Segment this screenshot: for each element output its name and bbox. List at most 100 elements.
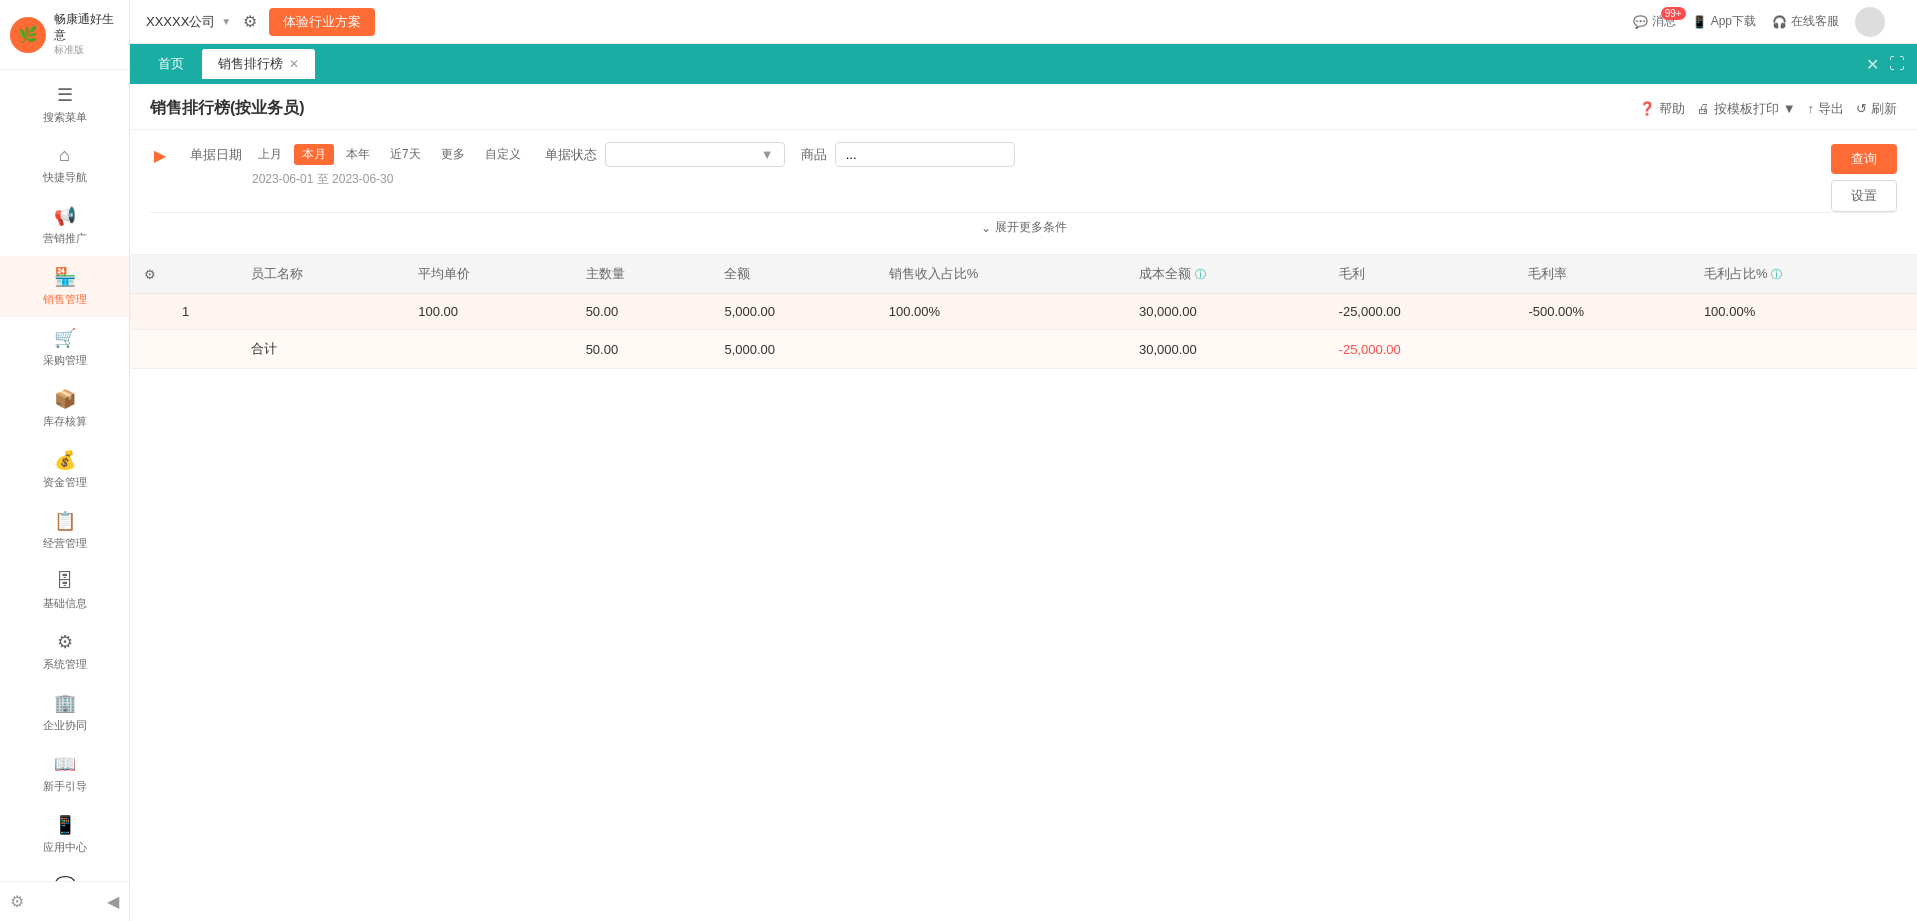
footer-rank: [170, 330, 239, 369]
tab-home[interactable]: 首页: [142, 49, 200, 79]
date-tab-last-month[interactable]: 上月: [250, 144, 290, 165]
service-icon: 🎧: [1772, 15, 1787, 29]
sidebar-label-operations: 经营管理: [43, 536, 87, 551]
sidebar-item-basic[interactable]: 🗄 基础信息: [0, 561, 129, 621]
filter-row: 单据日期 上月 本月 本年 近7天 更多 自定义 单据状态: [190, 142, 1811, 167]
company-settings-icon[interactable]: ⚙: [243, 12, 257, 31]
sidebar-item-sales[interactable]: 🏪 销售管理: [0, 256, 129, 317]
expand-chevron-icon: ⌄: [981, 221, 991, 235]
sidebar-item-operations[interactable]: 📋 经营管理: [0, 500, 129, 561]
date-range-text: 2023-06-01 至 2023-06-30: [252, 172, 393, 186]
refresh-icon: ↺: [1856, 101, 1867, 116]
status-select[interactable]: ▼: [605, 142, 785, 167]
message-icon: 💬: [1633, 15, 1648, 29]
col-gross-rate: 毛利率: [1516, 255, 1691, 294]
app-download-icon: 📱: [1692, 15, 1707, 29]
trial-button[interactable]: 体验行业方案: [269, 8, 375, 36]
col-name: 员工名称: [239, 255, 406, 294]
cell-gross-pct: 100.00%: [1692, 294, 1917, 330]
print-chevron-icon: ▼: [1783, 101, 1796, 116]
footer-quantity: 50.00: [574, 330, 713, 369]
cell-settings: [130, 294, 170, 330]
cell-rank: 1: [170, 294, 239, 330]
refresh-button[interactable]: ↺ 刷新: [1856, 100, 1897, 118]
sidebar-item-search[interactable]: ☰ 搜索菜单: [0, 74, 129, 135]
sidebar-item-appstore[interactable]: 📱 应用中心: [0, 804, 129, 865]
col-settings[interactable]: ⚙: [130, 255, 170, 294]
tab-sales-ranking-label: 销售排行榜: [218, 55, 283, 73]
col-avg-price: 平均单价: [406, 255, 573, 294]
cell-avg-price: 100.00: [406, 294, 573, 330]
guide-icon: 📖: [54, 753, 76, 775]
message-group[interactable]: 💬 消息 99+: [1633, 13, 1676, 30]
date-tab-7days[interactable]: 近7天: [382, 144, 429, 165]
marketing-icon: 📢: [54, 205, 76, 227]
date-tab-more[interactable]: 更多: [433, 144, 473, 165]
home-icon: ⌂: [59, 145, 70, 166]
goods-filter-item: 商品 ...: [801, 142, 1015, 167]
refresh-label: 刷新: [1871, 100, 1897, 118]
query-button[interactable]: 查询: [1831, 144, 1897, 174]
app-download-group[interactable]: 📱 App下载: [1692, 13, 1756, 30]
help-button[interactable]: ❓ 帮助: [1639, 100, 1685, 118]
date-tab-this-month[interactable]: 本月: [294, 144, 334, 165]
sales-icon: 🏪: [54, 266, 76, 288]
tab-sales-ranking[interactable]: 销售排行榜 ✕: [202, 49, 315, 79]
cost-info-icon: ⓘ: [1195, 268, 1206, 280]
sidebar-item-quick[interactable]: ⌂ 快捷导航: [0, 135, 129, 195]
sidebar-label-system: 系统管理: [43, 657, 87, 672]
goods-input[interactable]: ...: [835, 142, 1015, 167]
sidebar-label-appstore: 应用中心: [43, 840, 87, 855]
footer-settings: [130, 330, 170, 369]
sidebar-item-marketing[interactable]: 📢 营销推广: [0, 195, 129, 256]
header-right: 💬 消息 99+ 📱 App下载 🎧 在线客服: [1633, 7, 1901, 37]
tab-close-window-icon[interactable]: ✕: [1866, 55, 1879, 74]
col-cost: 成本全额 ⓘ: [1127, 255, 1327, 294]
sidebar-item-enterprise[interactable]: 🏢 企业协同: [0, 682, 129, 743]
sidebar-label-inventory: 库存核算: [43, 414, 87, 429]
wechat-icon: 💬: [54, 875, 76, 881]
tab-close-icon[interactable]: ✕: [289, 57, 299, 71]
system-icon: ⚙: [57, 631, 73, 653]
tab-home-label: 首页: [158, 55, 184, 73]
settings-footer-icon[interactable]: ⚙: [10, 892, 24, 911]
sidebar-item-system[interactable]: ⚙ 系统管理: [0, 621, 129, 682]
footer-avg-price: [406, 330, 573, 369]
status-filter-item: 单据状态 ▼: [545, 142, 785, 167]
date-tab-this-year[interactable]: 本年: [338, 144, 378, 165]
app-sub: 标准版: [54, 43, 119, 57]
footer-amount: 5,000.00: [712, 330, 876, 369]
company-selector[interactable]: XXXXX公司 ▼: [146, 13, 231, 31]
export-button[interactable]: ↑ 导出: [1808, 100, 1845, 118]
print-button[interactable]: 🖨 按模板打印 ▼: [1697, 100, 1796, 118]
sidebar-item-finance[interactable]: 💰 资金管理: [0, 439, 129, 500]
user-avatar[interactable]: [1855, 7, 1885, 37]
sidebar-item-guide[interactable]: 📖 新手引导: [0, 743, 129, 804]
sidebar-label-sales: 销售管理: [43, 292, 87, 307]
filter-section: ▶ 单据日期 上月 本月 本年 近7天 更多 自定义: [150, 142, 1897, 212]
finance-icon: 💰: [54, 449, 76, 471]
date-tabs: 上月 本月 本年 近7天 更多 自定义: [250, 144, 529, 165]
filter-collapse-icon[interactable]: ▶: [150, 142, 170, 169]
collapse-sidebar-icon[interactable]: ◀: [107, 892, 119, 911]
export-icon: ↑: [1808, 101, 1815, 116]
filter-settings-button[interactable]: 设置: [1831, 180, 1897, 212]
main-area: XXXXX公司 ▼ ⚙ 体验行业方案 💬 消息 99+ 📱 App下载 🎧 在线…: [130, 0, 1917, 921]
page-header: 销售排行榜(按业务员) ❓ 帮助 🖨 按模板打印 ▼ ↑ 导出 ↺ 刷新: [130, 84, 1917, 130]
tab-bar-right: ✕ ⛶: [1866, 55, 1905, 74]
sidebar-item-wechat[interactable]: 💬 企业微信: [0, 865, 129, 881]
goods-placeholder: ...: [846, 147, 857, 162]
app-name: 畅康通好生意: [54, 12, 119, 43]
sidebar-item-purchase[interactable]: 🛒 采购管理: [0, 317, 129, 378]
date-filter-item: 单据日期 上月 本月 本年 近7天 更多 自定义: [190, 144, 529, 165]
sidebar-item-inventory[interactable]: 📦 库存核算: [0, 378, 129, 439]
service-group[interactable]: 🎧 在线客服: [1772, 13, 1839, 30]
export-label: 导出: [1818, 100, 1844, 118]
sidebar-label-search: 搜索菜单: [43, 110, 87, 125]
inventory-icon: 📦: [54, 388, 76, 410]
cell-amount: 5,000.00: [712, 294, 876, 330]
expand-conditions-button[interactable]: ⌄ 展开更多条件: [981, 219, 1067, 236]
tab-maximize-icon[interactable]: ⛶: [1889, 55, 1905, 74]
date-tab-custom[interactable]: 自定义: [477, 144, 529, 165]
footer-gross-pct: [1692, 330, 1917, 369]
